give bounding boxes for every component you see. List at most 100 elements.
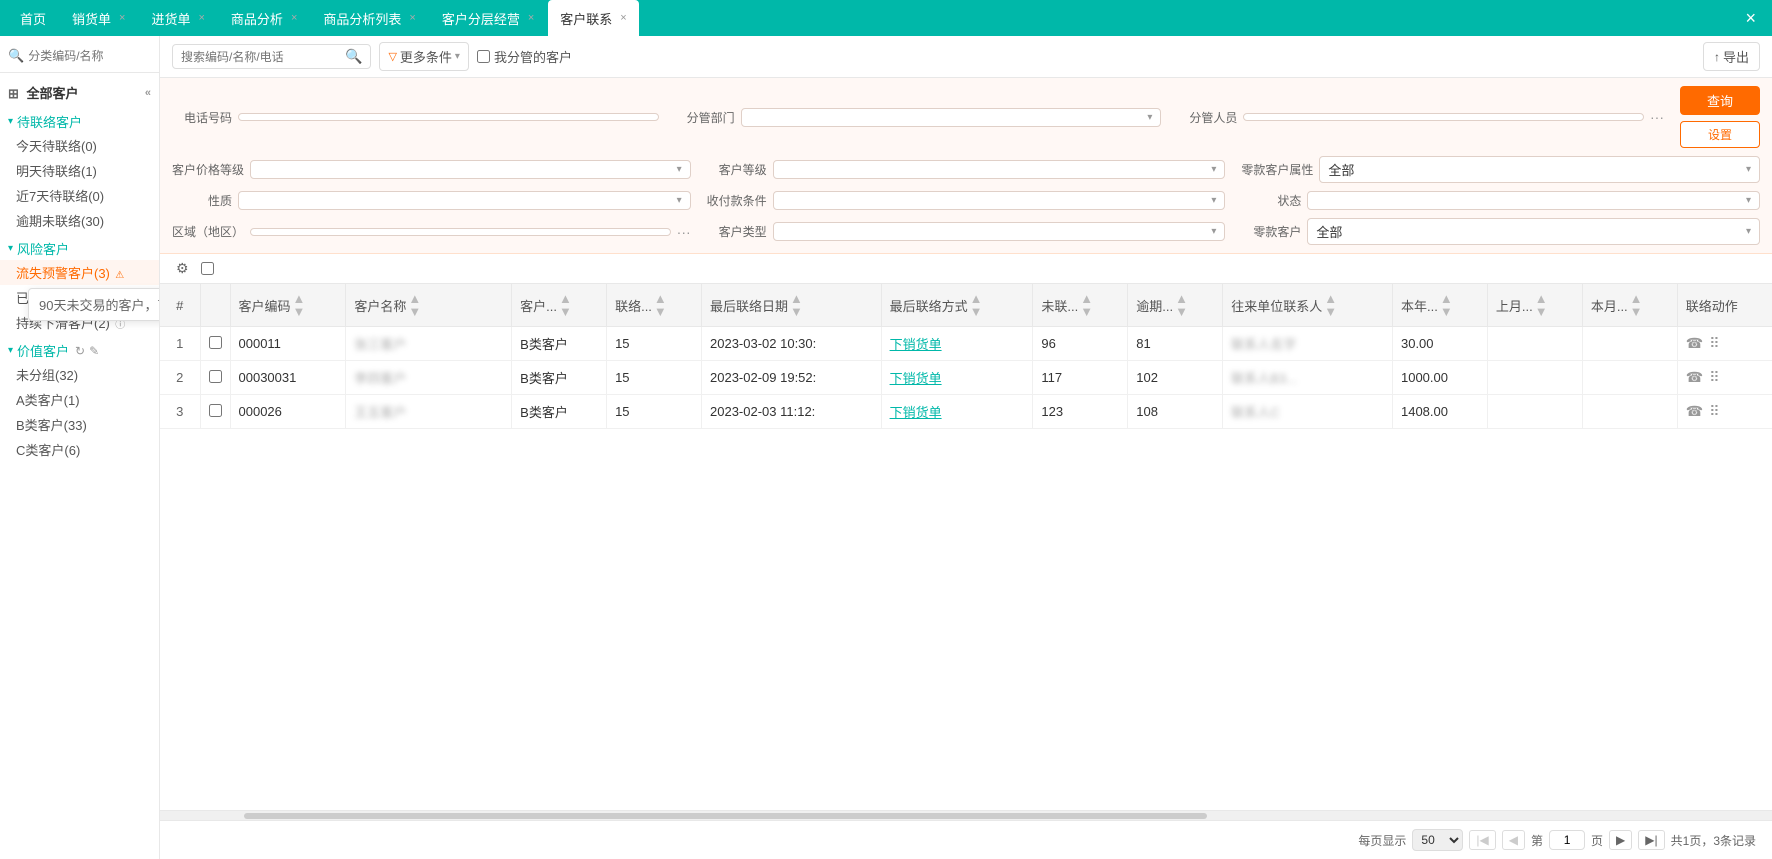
export-button[interactable]: ↑ 导出 <box>1703 42 1760 71</box>
customer-type-select[interactable]: ▾ <box>773 222 1226 241</box>
th-this-month[interactable]: 本月... ▲▼ <box>1582 284 1677 327</box>
close-contact-icon[interactable]: × <box>620 12 626 24</box>
filter-search-input[interactable] <box>181 50 341 64</box>
more-conditions-btn[interactable]: ▽ 更多条件 ▾ <box>379 42 469 71</box>
filter-customer-type: 客户类型 ▾ <box>707 218 1226 245</box>
row-2-more-icon[interactable]: ⠿ <box>1709 369 1719 386</box>
row-3-check[interactable] <box>200 395 230 429</box>
sidebar-item-a-class[interactable]: A类客户(1) <box>0 387 159 412</box>
th-contact[interactable]: 联络... ▲▼ <box>607 284 702 327</box>
sidebar-search-input[interactable] <box>28 49 151 63</box>
close-purchase-icon[interactable]: × <box>198 12 204 24</box>
refresh-icon[interactable]: ↻ <box>75 344 85 358</box>
row-2-contact-icon[interactable]: ☎ <box>1686 369 1703 386</box>
sidebar-item-c-class[interactable]: C类客户(6) <box>0 437 159 462</box>
row-3-more-icon[interactable]: ⠿ <box>1709 403 1719 420</box>
row-1-checkbox[interactable] <box>209 336 222 349</box>
sidebar-item-7days[interactable]: 近7天待联络(0) <box>0 183 159 208</box>
department-select[interactable]: ▾ <box>741 108 1162 127</box>
phone-input[interactable] <box>238 113 659 121</box>
nav-home[interactable]: 首页 <box>8 0 58 36</box>
sidebar-item-tomorrow[interactable]: 明天待联络(1) <box>0 158 159 183</box>
row-2-method[interactable]: 下销货单 <box>881 361 1033 395</box>
nav-product-analysis[interactable]: 商品分析 × <box>219 0 309 36</box>
sidebar-item-ungroup[interactable]: 未分组(32) <box>0 362 159 387</box>
row-2-check[interactable] <box>200 361 230 395</box>
row-3-uncontacted: 123 <box>1033 395 1128 429</box>
th-name[interactable]: 客户名称 ▲▼ <box>346 284 512 327</box>
th-last-contact-date[interactable]: 最后联络日期 ▲▼ <box>702 284 882 327</box>
nature-select[interactable]: ▾ <box>238 191 691 210</box>
close-analysis-icon[interactable]: × <box>291 12 297 24</box>
status-select[interactable]: ▾ <box>1307 191 1760 210</box>
nav-sales[interactable]: 销货单 × <box>60 0 137 36</box>
zero-sale-select[interactable]: 全部 ▾ <box>1307 218 1760 245</box>
row-1-liaison: 联系人名字 <box>1223 327 1393 361</box>
edit-icon[interactable]: ✎ <box>89 344 99 358</box>
sidebar-item-churn-warning[interactable]: 流失预警客户(3) ⚠ <box>0 260 159 285</box>
nav-purchase[interactable]: 进货单 × <box>139 0 216 36</box>
nav-customer-tier[interactable]: 客户分层经营 × <box>430 0 546 36</box>
sidebar-section-risk[interactable]: ▾ 风险客户 <box>0 233 159 260</box>
th-overdue[interactable]: 逾期... ▲▼ <box>1128 284 1223 327</box>
zero-sale-attr-select[interactable]: 全部 ▾ <box>1319 156 1760 183</box>
th-code[interactable]: 客户编码 ▲▼ <box>230 284 346 327</box>
th-last-contact-method[interactable]: 最后联络方式 ▲▼ <box>881 284 1033 327</box>
row-3-checkbox[interactable] <box>209 404 222 417</box>
th-customer-type[interactable]: 客户... ▲▼ <box>512 284 607 327</box>
sort-thisyear-icon: ▲▼ <box>1440 292 1453 318</box>
query-button[interactable]: 查询 <box>1680 86 1760 115</box>
close-tier-icon[interactable]: × <box>528 12 534 24</box>
row-2-checkbox[interactable] <box>209 370 222 383</box>
th-this-year[interactable]: 本年... ▲▼ <box>1392 284 1487 327</box>
person-dots-icon[interactable]: ··· <box>1650 109 1664 125</box>
settings-button[interactable]: 设置 <box>1680 121 1760 148</box>
row-3-name: 王五客户 <box>346 395 512 429</box>
status-arrow-icon: ▾ <box>1746 195 1751 206</box>
th-last-month[interactable]: 上月... ▲▼ <box>1487 284 1582 327</box>
gear-button[interactable]: ⚙ <box>172 258 193 279</box>
per-page-select[interactable]: 50 100 <box>1412 829 1463 851</box>
sidebar-item-today[interactable]: 今天待联络(0) <box>0 133 159 158</box>
my-customers-checkbox-label[interactable]: 我分管的客户 <box>477 47 572 66</box>
my-customers-checkbox[interactable] <box>477 50 490 63</box>
page-last-button[interactable]: ▶| <box>1638 830 1664 850</box>
region-input[interactable] <box>250 228 671 236</box>
close-all-button[interactable]: × <box>1737 8 1764 29</box>
horizontal-scrollbar[interactable] <box>160 810 1772 820</box>
th-uncontacted[interactable]: 未联... ▲▼ <box>1033 284 1128 327</box>
page-next-button[interactable]: ▶ <box>1609 830 1632 850</box>
row-1-thismonth <box>1582 327 1677 361</box>
filter-search-icon[interactable]: 🔍 <box>345 48 362 65</box>
row-1-check[interactable] <box>200 327 230 361</box>
sidebar-section-value[interactable]: ▾ 价值客户 ↻ ✎ <box>0 335 159 362</box>
sidebar-all-customers[interactable]: ⊞ 全部客户 « <box>0 79 159 106</box>
row-3-contact-icon[interactable]: ☎ <box>1686 403 1703 420</box>
sidebar-item-b-class[interactable]: B类客户(33) <box>0 412 159 437</box>
payment-select[interactable]: ▾ <box>773 191 1226 210</box>
page-first-button[interactable]: |◀ <box>1469 830 1495 850</box>
th-liaison[interactable]: 往来单位联系人 ▲▼ <box>1223 284 1393 327</box>
person-input[interactable] <box>1243 113 1644 121</box>
nav-customer-contact[interactable]: 客户联系 × <box>548 0 638 36</box>
row-1-more-icon[interactable]: ⠿ <box>1709 335 1719 352</box>
sidebar-item-overdue[interactable]: 逾期未联络(30) <box>0 208 159 233</box>
customer-level-select[interactable]: ▾ <box>773 160 1226 179</box>
page-number-input[interactable] <box>1549 830 1585 850</box>
row-1-contact-icon[interactable]: ☎ <box>1686 335 1703 352</box>
row-2-uncontacted: 117 <box>1033 361 1128 395</box>
region-dots-icon[interactable]: ··· <box>677 224 691 240</box>
close-analysis-list-icon[interactable]: × <box>409 12 415 24</box>
close-sales-icon[interactable]: × <box>119 12 125 24</box>
sidebar-collapse-icon[interactable]: « <box>145 87 151 99</box>
select-all-checkbox[interactable] <box>201 262 214 275</box>
row-3-method[interactable]: 下销货单 <box>881 395 1033 429</box>
row-1-method[interactable]: 下销货单 <box>881 327 1033 361</box>
filter-bar: 🔍 ▽ 更多条件 ▾ 我分管的客户 ↑ 导出 <box>160 36 1772 78</box>
nav-product-analysis-list[interactable]: 商品分析列表 × <box>311 0 427 36</box>
sidebar-section-pending[interactable]: ▾ 待联络客户 <box>0 106 159 133</box>
price-level-select[interactable]: ▾ <box>250 160 691 179</box>
row-3-actions: ☎ ⠿ <box>1677 395 1772 429</box>
scroll-thumb[interactable] <box>244 813 1206 819</box>
page-prev-button[interactable]: ◀ <box>1502 830 1525 850</box>
